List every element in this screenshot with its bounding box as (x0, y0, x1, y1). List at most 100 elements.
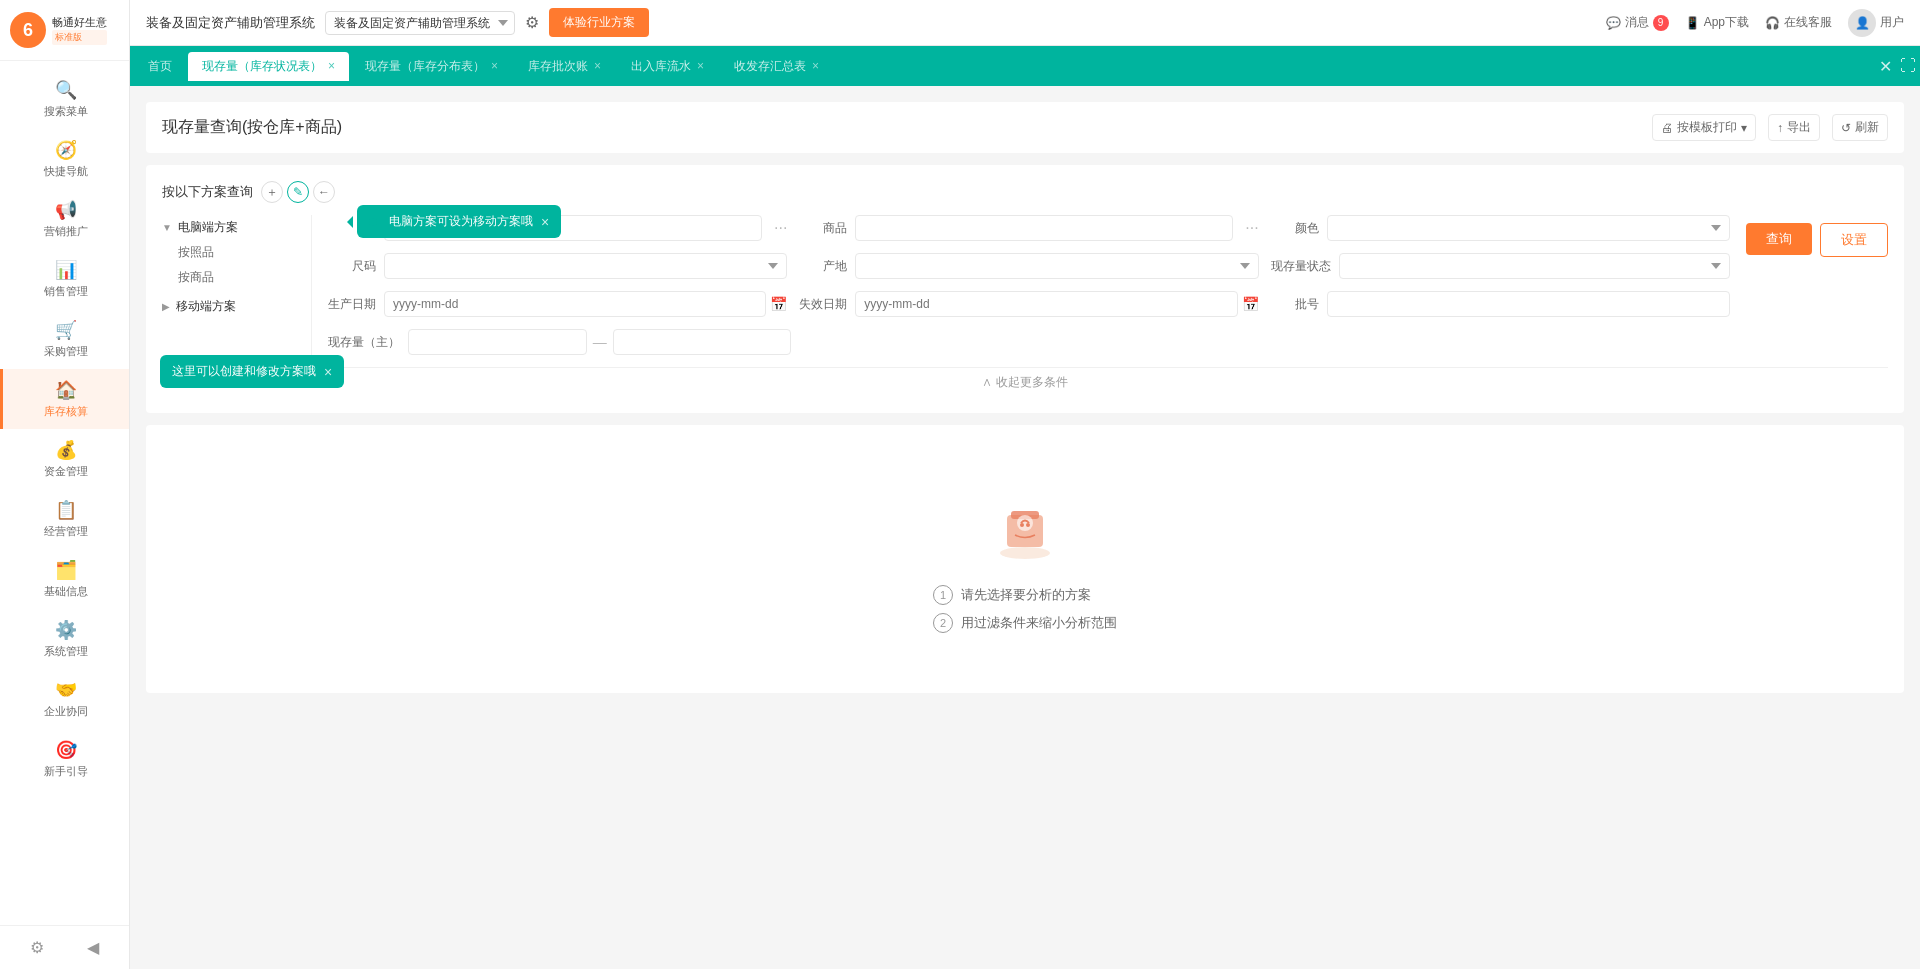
edit-scheme-btn[interactable]: ✎ (287, 181, 309, 203)
filter-label-status: 现存量状态 (1271, 258, 1331, 275)
tab-close-icon[interactable]: × (491, 59, 498, 73)
export-btn[interactable]: ↑ 导出 (1768, 114, 1820, 141)
sidebar-item-search[interactable]: 🔍 搜索菜单 (0, 69, 129, 129)
warehouse-icon: 🏠 (55, 379, 77, 401)
tab-close-icon[interactable]: × (594, 59, 601, 73)
filter-header: 按以下方案查询 ＋ ✎ ← 电脑方案可设为移动方案哦 × (162, 181, 1888, 203)
filter-field-color: 颜色 (1271, 215, 1730, 241)
set-button[interactable]: 设置 (1820, 223, 1888, 257)
svg-point-5 (1026, 523, 1030, 527)
search-button[interactable]: 查询 (1746, 223, 1812, 255)
sidebar-item-basic[interactable]: 🗂️ 基础信息 (0, 549, 129, 609)
filter-input-batch[interactable] (1327, 291, 1730, 317)
sidebar-item-enterprise[interactable]: 🤝 企业协同 (0, 669, 129, 729)
filter-select-origin[interactable] (855, 253, 1258, 279)
filter-field-origin: 产地 (799, 253, 1258, 279)
collapse-sidebar-btn[interactable]: ◀ (87, 938, 99, 957)
page-actions: 🖨 按模板打印 ▾ ↑ 导出 ↺ 刷新 (1652, 114, 1888, 141)
qty-max-input[interactable] (613, 329, 792, 355)
filter-row-2: 尺码 产地 现存量状态 (328, 253, 1730, 279)
filter-label-expire-date: 失效日期 (799, 296, 847, 313)
filter-field-size: 尺码 (328, 253, 787, 279)
tooltip-desktop-close[interactable]: × (541, 214, 549, 230)
tab-close-icon[interactable]: × (812, 59, 819, 73)
filter-title: 按以下方案查询 (162, 183, 253, 201)
tooltip-desktop-text: 电脑方案可设为移动方案哦 (389, 213, 533, 230)
print-btn[interactable]: 🖨 按模板打印 ▾ (1652, 114, 1756, 141)
tab-inout[interactable]: 出入库流水 × (617, 52, 718, 81)
tab-batch[interactable]: 库存批次账 × (514, 52, 615, 81)
scheme-item-2[interactable]: 按商品 (162, 265, 299, 290)
collapse-icon: ∧ (982, 375, 992, 389)
page-title: 现存量查询(按仓库+商品) (162, 117, 342, 138)
newbie-icon: 🎯 (55, 739, 77, 761)
operations-icon: 📋 (55, 499, 77, 521)
cart-icon: 🛒 (55, 319, 77, 341)
empty-steps: 1 请先选择要分析的方案 2 用过滤条件来缩小分析范围 (933, 585, 1117, 633)
filter-label-batch: 批号 (1271, 296, 1319, 313)
scheme-section-desktop: ▼ 电脑端方案 按照品 按商品 (162, 215, 299, 290)
expire-calendar-icon[interactable]: 📅 (1242, 296, 1259, 312)
tab-summary[interactable]: 收发存汇总表 × (720, 52, 833, 81)
sidebar-item-sales[interactable]: 📊 销售管理 (0, 249, 129, 309)
tab-inventory-status[interactable]: 现存量（库存状况表） × (188, 52, 349, 81)
message-item[interactable]: 💬 消息 9 (1606, 14, 1669, 31)
filter-select-size[interactable] (384, 253, 787, 279)
print-icon: 🖨 (1661, 121, 1673, 135)
filter-area: 按以下方案查询 ＋ ✎ ← 电脑方案可设为移动方案哦 × 这里可以创建和修改方 (146, 165, 1904, 413)
produce-date-wrap: 📅 (384, 291, 787, 317)
trial-button[interactable]: 体验行业方案 (549, 8, 649, 37)
filter-field-goods: 商品 ··· (799, 215, 1258, 241)
filter-select-status[interactable] (1339, 253, 1730, 279)
sidebar-item-newbie[interactable]: 🎯 新手引导 (0, 729, 129, 789)
scheme-section-mobile-header[interactable]: ▶ 移动端方案 (162, 294, 299, 319)
tab-close-all-icon[interactable]: ✕ (1879, 57, 1892, 76)
filter-dots-1[interactable]: ··· (774, 219, 787, 237)
settings-footer-btn[interactable]: ⚙ (30, 938, 44, 957)
megaphone-icon: 📢 (55, 199, 77, 221)
sidebar-item-marketing[interactable]: 📢 营销推广 (0, 189, 129, 249)
online-service-item[interactable]: 🎧 在线客服 (1765, 14, 1832, 31)
add-scheme-btn[interactable]: ＋ (261, 181, 283, 203)
tab-inventory-dist[interactable]: 现存量（库存分布表） × (351, 52, 512, 81)
message-icon: 💬 (1606, 16, 1621, 30)
filter-label-size: 尺码 (328, 258, 376, 275)
produce-calendar-icon[interactable]: 📅 (770, 296, 787, 312)
tab-home[interactable]: 首页 (134, 52, 186, 81)
message-badge: 9 (1653, 15, 1669, 31)
header-settings-icon[interactable]: ⚙ (525, 13, 539, 32)
collapse-bar[interactable]: ∧ 收起更多条件 (162, 367, 1888, 397)
sidebar-item-finance[interactable]: 💰 资金管理 (0, 429, 129, 489)
scheme-item-1[interactable]: 按照品 (162, 240, 299, 265)
sidebar-nav: 🔍 搜索菜单 🧭 快捷导航 📢 营销推广 📊 销售管理 🛒 采购管理 🏠 库存核… (0, 61, 129, 925)
filter-input-goods[interactable] (855, 215, 1233, 241)
expire-date-input[interactable] (855, 291, 1237, 317)
tooltip-create-close[interactable]: × (324, 364, 332, 380)
export-icon: ↑ (1777, 121, 1783, 135)
system-select[interactable]: 装备及固定资产辅助管理系统 (325, 11, 515, 35)
produce-date-input[interactable] (384, 291, 766, 317)
scheme-section-desktop-header[interactable]: ▼ 电脑端方案 (162, 215, 299, 240)
sidebar: 6 畅通好生意 标准版 🔍 搜索菜单 🧭 快捷导航 📢 营销推广 📊 销售管理 … (0, 0, 130, 969)
page-title-bar: 现存量查询(按仓库+商品) 🖨 按模板打印 ▾ ↑ 导出 ↺ 刷新 (146, 102, 1904, 153)
search-icon: 🔍 (55, 79, 77, 101)
app-download-item[interactable]: 📱 App下载 (1685, 14, 1749, 31)
tab-close-icon[interactable]: × (697, 59, 704, 73)
tab-expand-icon[interactable]: ⛶ (1900, 57, 1916, 75)
refresh-btn[interactable]: ↺ 刷新 (1832, 114, 1888, 141)
filter-dots-2[interactable]: ··· (1245, 219, 1258, 237)
filter-select-color[interactable] (1327, 215, 1730, 241)
empty-step-1: 1 请先选择要分析的方案 (933, 585, 1117, 605)
sidebar-item-purchase[interactable]: 🛒 采购管理 (0, 309, 129, 369)
filter-field-produce-date: 生产日期 📅 (328, 291, 787, 317)
sidebar-item-inventory[interactable]: 🏠 库存核算 (0, 369, 129, 429)
arrow-icon: ▶ (162, 301, 170, 312)
sidebar-item-system[interactable]: ⚙️ 系统管理 (0, 609, 129, 669)
tab-close-icon[interactable]: × (328, 59, 335, 73)
back-btn[interactable]: ← (313, 181, 335, 203)
sidebar-item-operations[interactable]: 📋 经营管理 (0, 489, 129, 549)
user-item[interactable]: 👤 用户 (1848, 9, 1904, 37)
sidebar-item-guide[interactable]: 🧭 快捷导航 (0, 129, 129, 189)
main-area: 装备及固定资产辅助管理系统 装备及固定资产辅助管理系统 ⚙ 体验行业方案 💬 消… (130, 0, 1920, 969)
qty-min-input[interactable] (408, 329, 587, 355)
